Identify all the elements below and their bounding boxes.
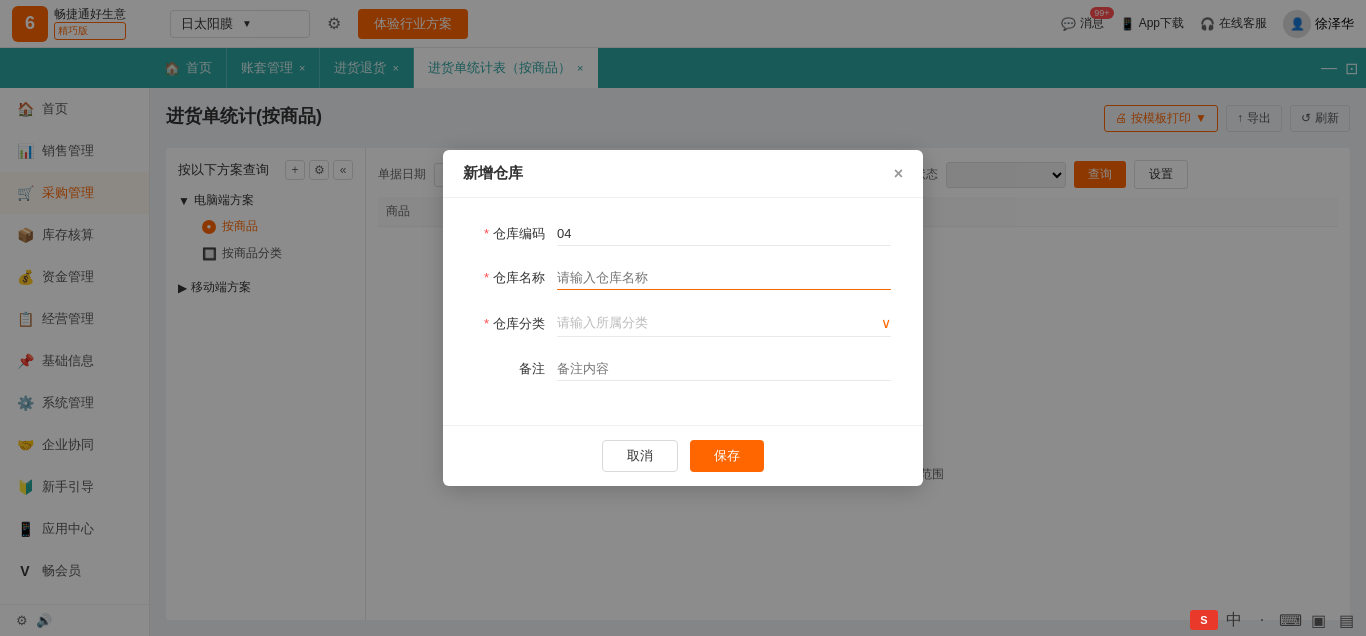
code-label: 仓库编码 [475,225,545,243]
modal-title: 新增仓库 [463,164,523,183]
modal-close-button[interactable]: × [894,165,903,183]
bottom-keyboard-icon[interactable]: ⌨ [1278,608,1302,632]
form-row-note: 备注 [475,357,891,381]
name-input[interactable] [557,266,891,290]
cancel-button[interactable]: 取消 [602,440,678,472]
bottom-logo: S [1190,610,1218,630]
bottom-layout-icon[interactable]: ▣ [1306,608,1330,632]
bottom-menu-icon[interactable]: ▤ [1334,608,1358,632]
category-placeholder: 请输入所属分类 [557,314,648,332]
modal-header: 新增仓库 × [443,150,923,198]
bottom-dot-icon[interactable]: · [1250,608,1274,632]
form-row-category: 仓库分类 请输入所属分类 ∨ [475,310,891,337]
modal-footer: 取消 保存 [443,425,923,486]
bottom-bar: S 中 · ⌨ ▣ ▤ [1182,604,1366,636]
save-button[interactable]: 保存 [690,440,764,472]
code-input[interactable] [557,222,891,246]
note-input[interactable] [557,357,891,381]
modal-add-warehouse: 新增仓库 × 仓库编码 仓库名称 仓库分类 请输入所属分类 ∨ [443,150,923,486]
modal-overlay: 新增仓库 × 仓库编码 仓库名称 仓库分类 请输入所属分类 ∨ [0,0,1366,636]
modal-body: 仓库编码 仓库名称 仓库分类 请输入所属分类 ∨ 备注 [443,198,923,425]
category-chevron-icon: ∨ [881,315,891,331]
note-label: 备注 [475,360,545,378]
category-label: 仓库分类 [475,315,545,333]
name-label: 仓库名称 [475,269,545,287]
category-select[interactable]: 请输入所属分类 ∨ [557,310,891,337]
form-row-code: 仓库编码 [475,222,891,246]
bottom-chinese-icon[interactable]: 中 [1222,608,1246,632]
form-row-name: 仓库名称 [475,266,891,290]
